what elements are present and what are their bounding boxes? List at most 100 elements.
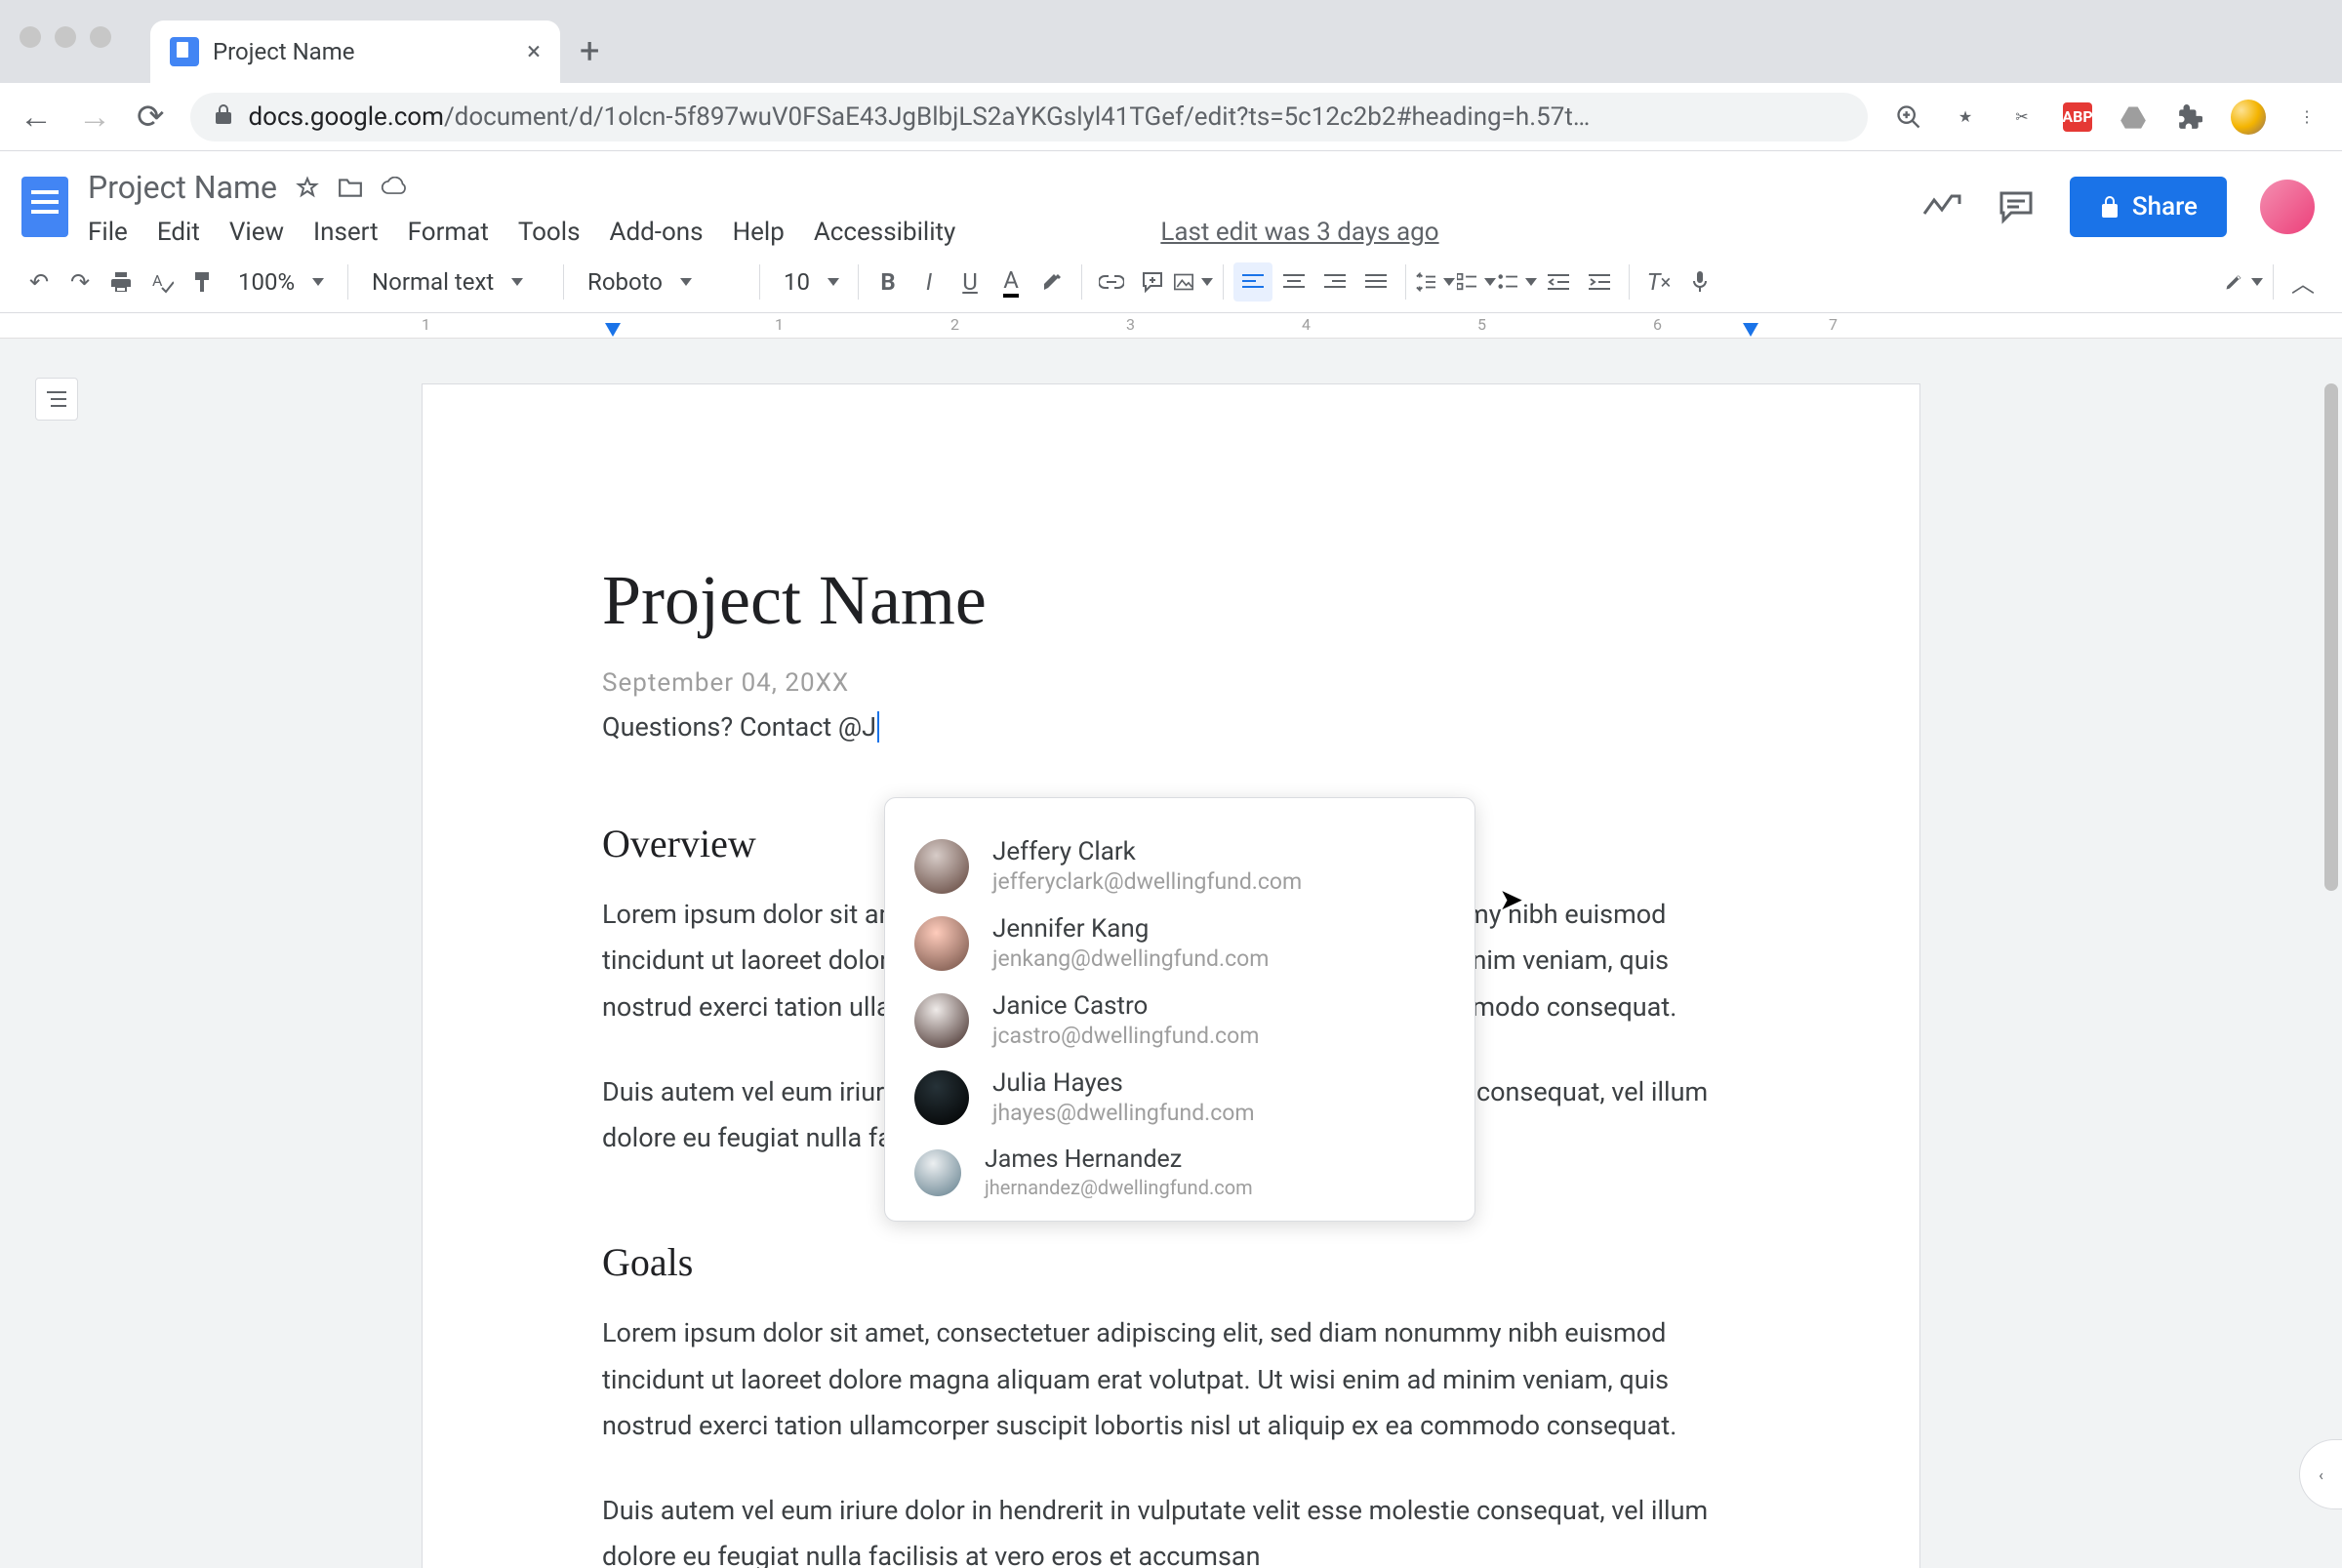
menu-file[interactable]: File bbox=[88, 218, 128, 247]
font-size-select[interactable]: 10 bbox=[770, 268, 848, 296]
text-color-button[interactable]: A bbox=[991, 262, 1030, 302]
checklist-button[interactable] bbox=[1457, 262, 1496, 302]
menu-format[interactable]: Format bbox=[408, 218, 489, 247]
last-edit-link[interactable]: Last edit was 3 days ago bbox=[1160, 218, 1438, 247]
mention-name: Julia Hayes bbox=[992, 1068, 1255, 1098]
italic-button[interactable]: I bbox=[909, 262, 949, 302]
ruler-tick: 7 bbox=[1829, 315, 1837, 334]
ruler-tick: 4 bbox=[1302, 315, 1311, 334]
doc-contact-line[interactable]: Questions? Contact @J bbox=[602, 711, 1740, 743]
formatting-toolbar: ↶ ↷ A 100% Normal text Roboto 10 B I U A… bbox=[0, 251, 2342, 313]
redo-button[interactable]: ↷ bbox=[61, 262, 100, 302]
add-comment-button[interactable] bbox=[1133, 262, 1172, 302]
more-menu-icon[interactable]: ⋮ bbox=[2291, 101, 2322, 133]
close-window-icon[interactable] bbox=[20, 26, 41, 48]
paint-format-button[interactable] bbox=[183, 262, 222, 302]
minimize-window-icon[interactable] bbox=[55, 26, 76, 48]
maximize-window-icon[interactable] bbox=[90, 26, 111, 48]
bookmark-star-icon[interactable]: ★ bbox=[1950, 101, 1981, 133]
font-family-select[interactable]: Roboto bbox=[574, 268, 749, 296]
undo-button[interactable]: ↶ bbox=[20, 262, 59, 302]
mention-suggestion[interactable]: Janice Castro jcastro@dwellingfund.com bbox=[885, 982, 1474, 1059]
goals-paragraph-2[interactable]: Duis autem vel eum iriure dolor in hendr… bbox=[602, 1488, 1740, 1568]
bold-button[interactable]: B bbox=[868, 262, 908, 302]
menu-edit[interactable]: Edit bbox=[157, 218, 200, 247]
star-icon[interactable] bbox=[295, 175, 320, 200]
highlight-color-button[interactable] bbox=[1032, 262, 1071, 302]
indent-marker-left-icon[interactable] bbox=[605, 323, 621, 337]
back-button[interactable]: ← bbox=[20, 98, 53, 137]
mention-suggestion[interactable]: Julia Hayes jhayes@dwellingfund.com bbox=[885, 1059, 1474, 1136]
insert-link-button[interactable] bbox=[1092, 262, 1131, 302]
doc-date[interactable]: September 04, 20XX bbox=[602, 668, 1740, 698]
menu-insert[interactable]: Insert bbox=[313, 218, 379, 247]
abp-extension-icon[interactable]: ABP bbox=[2063, 102, 2092, 132]
lock-icon bbox=[2099, 194, 2120, 220]
mention-email: jenkang@dwellingfund.com bbox=[992, 945, 1269, 972]
mention-input-text: @J bbox=[838, 711, 879, 743]
menu-addons[interactable]: Add-ons bbox=[610, 218, 704, 247]
clear-formatting-button[interactable]: T× bbox=[1639, 262, 1678, 302]
voice-typing-button[interactable] bbox=[1680, 262, 1719, 302]
menu-help[interactable]: Help bbox=[733, 218, 785, 247]
zoom-icon[interactable] bbox=[1893, 101, 1924, 133]
comments-icon[interactable] bbox=[1996, 186, 2037, 227]
align-justify-button[interactable] bbox=[1356, 262, 1395, 302]
avatar-icon bbox=[914, 1149, 961, 1196]
drive-extension-icon[interactable] bbox=[2118, 101, 2149, 133]
browser-actions: ★ ✂ ABP ⋮ bbox=[1893, 100, 2322, 135]
extensions-icon[interactable] bbox=[2174, 101, 2205, 133]
explore-button[interactable]: ‹ bbox=[2299, 1439, 2342, 1509]
browser-profile-avatar[interactable] bbox=[2231, 100, 2266, 135]
move-folder-icon[interactable] bbox=[338, 175, 363, 200]
document-canvas: Project Name September 04, 20XX Question… bbox=[0, 339, 2342, 1568]
ruler[interactable]: 1 1 2 3 4 5 6 7 bbox=[0, 313, 2342, 339]
svg-text:A: A bbox=[152, 271, 163, 290]
cloud-status-icon[interactable] bbox=[381, 175, 406, 200]
collapse-toolbar-button[interactable]: ︿ bbox=[2283, 262, 2322, 302]
show-outline-button[interactable] bbox=[35, 378, 78, 421]
menu-tools[interactable]: Tools bbox=[518, 218, 581, 247]
increase-indent-button[interactable] bbox=[1580, 262, 1619, 302]
goals-heading[interactable]: Goals bbox=[602, 1239, 1740, 1285]
vertical-scrollbar[interactable] bbox=[2324, 383, 2338, 891]
bulleted-list-button[interactable] bbox=[1498, 262, 1537, 302]
mention-suggestion[interactable]: Jeffery Clark jefferyclark@dwellingfund.… bbox=[885, 827, 1474, 905]
share-button[interactable]: Share bbox=[2070, 177, 2227, 237]
forward-button[interactable]: → bbox=[78, 98, 111, 137]
browser-tab[interactable]: Project Name × bbox=[150, 20, 560, 83]
activity-icon[interactable] bbox=[1921, 186, 1962, 227]
insert-image-button[interactable] bbox=[1174, 262, 1213, 302]
menu-accessibility[interactable]: Accessibility bbox=[814, 218, 956, 247]
indent-marker-right-icon[interactable] bbox=[1743, 323, 1758, 337]
goals-paragraph-1[interactable]: Lorem ipsum dolor sit amet, consectetuer… bbox=[602, 1310, 1740, 1449]
scissors-icon[interactable]: ✂ bbox=[2006, 101, 2038, 133]
align-center-button[interactable] bbox=[1274, 262, 1313, 302]
reload-button[interactable]: ⟳ bbox=[137, 98, 165, 137]
mention-suggestion[interactable]: James Hernandez jhernandez@dwellingfund.… bbox=[885, 1136, 1474, 1209]
docs-favicon-icon bbox=[170, 37, 199, 66]
line-spacing-button[interactable] bbox=[1416, 262, 1455, 302]
mention-email: jhayes@dwellingfund.com bbox=[992, 1100, 1255, 1126]
spellcheck-button[interactable]: A bbox=[142, 262, 182, 302]
new-tab-button[interactable]: + bbox=[580, 30, 599, 71]
decrease-indent-button[interactable] bbox=[1539, 262, 1578, 302]
mention-suggestion[interactable]: Jennifer Kang jenkang@dwellingfund.com bbox=[885, 905, 1474, 982]
tab-close-icon[interactable]: × bbox=[527, 37, 541, 66]
editing-mode-button[interactable] bbox=[2224, 262, 2263, 302]
account-avatar[interactable] bbox=[2260, 180, 2315, 234]
align-left-button[interactable] bbox=[1233, 262, 1272, 302]
docs-logo-icon[interactable] bbox=[12, 163, 78, 251]
doc-heading-1[interactable]: Project Name bbox=[602, 560, 1740, 641]
zoom-select[interactable]: 100% bbox=[224, 268, 338, 296]
avatar-icon bbox=[914, 916, 969, 971]
print-button[interactable] bbox=[101, 262, 141, 302]
document-title[interactable]: Project Name bbox=[88, 169, 277, 206]
paragraph-style-select[interactable]: Normal text bbox=[358, 268, 553, 296]
docs-header: Project Name File Edit View Insert Forma… bbox=[0, 151, 2342, 251]
underline-button[interactable]: U bbox=[950, 262, 989, 302]
url-input[interactable]: docs.google.com/document/d/1olcn-5f897wu… bbox=[190, 93, 1869, 141]
align-right-button[interactable] bbox=[1315, 262, 1354, 302]
menu-view[interactable]: View bbox=[229, 218, 284, 247]
window-controls bbox=[20, 26, 111, 48]
